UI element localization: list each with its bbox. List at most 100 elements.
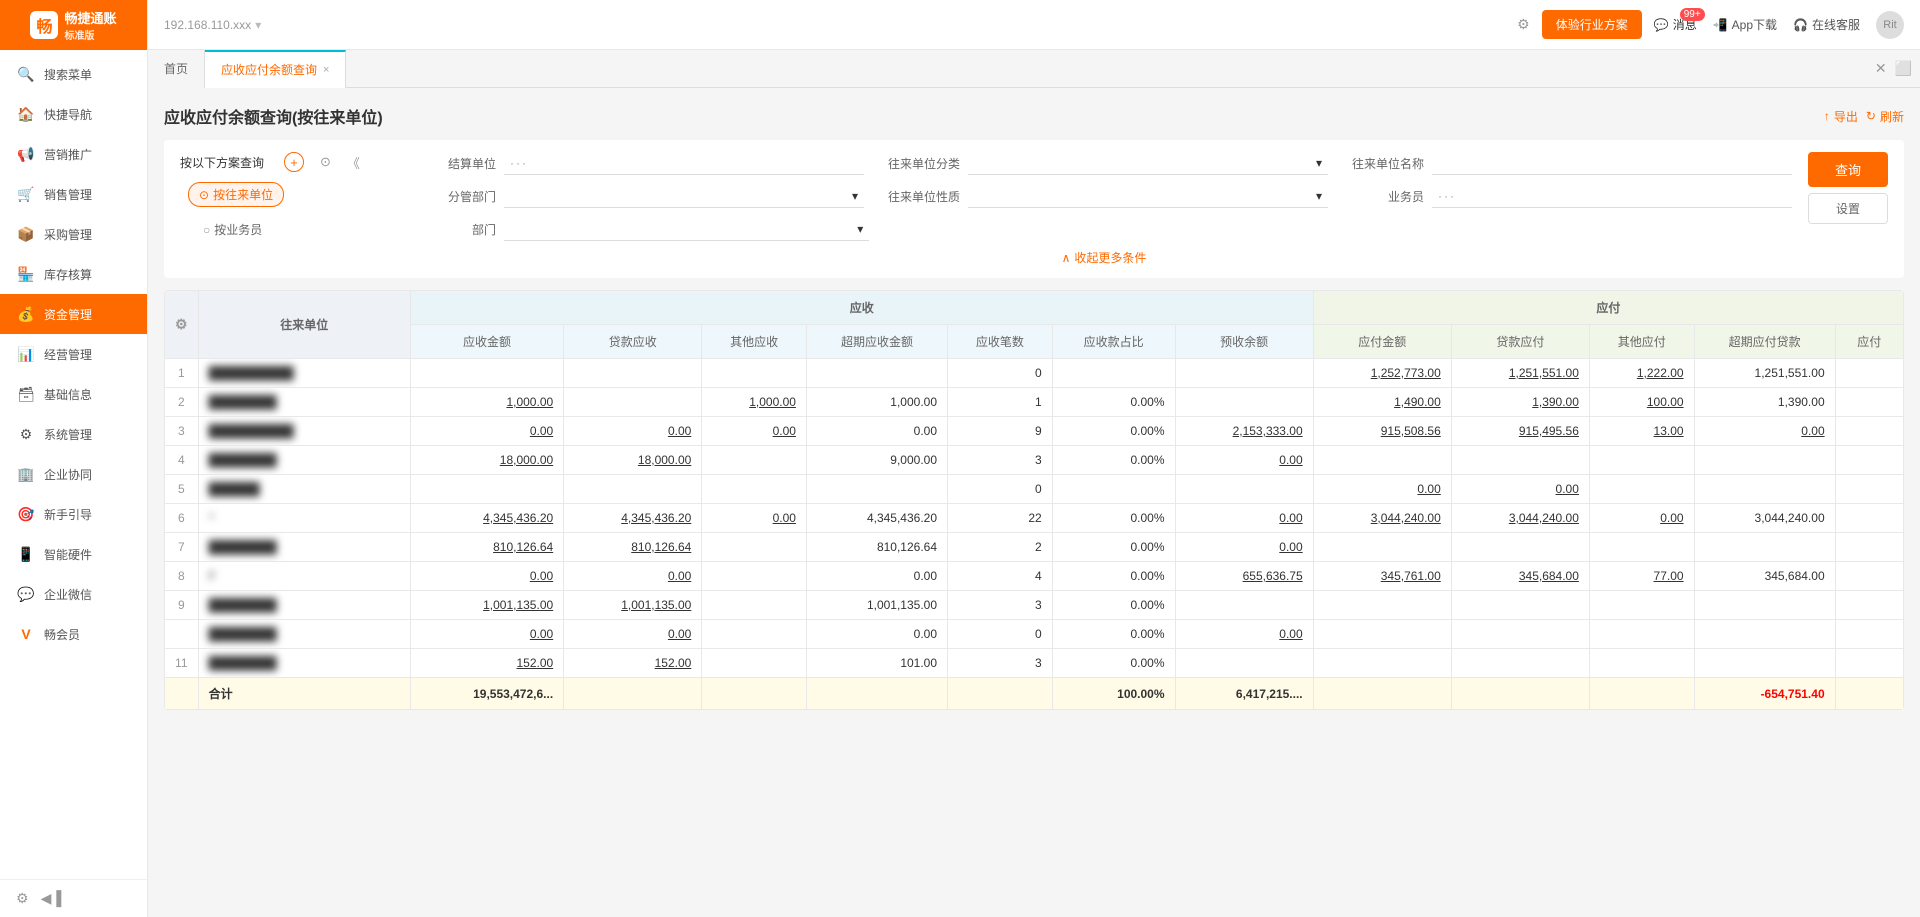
sidebar-bottom: ⚙ ◀▐ — [0, 879, 147, 917]
ar-other[interactable]: 0.00 — [702, 417, 807, 446]
sidebar-item-finance[interactable]: 💰 资金管理 — [0, 294, 147, 334]
sidebar-item-purchase[interactable]: 📦 采购管理 — [0, 214, 147, 254]
ar-amount[interactable]: 18,000.00 — [410, 446, 563, 475]
ap-other[interactable]: 100.00 — [1589, 388, 1694, 417]
sidebar-item-quicknav[interactable]: 🏠 快捷导航 — [0, 94, 147, 134]
ar-count: 3 — [948, 649, 1053, 678]
ar-amount[interactable]: 152.00 — [410, 649, 563, 678]
settings-button[interactable]: 设置 — [1808, 193, 1888, 224]
tab-ar-query[interactable]: 应收应付余额查询 × — [205, 50, 346, 88]
sidebar-item-search[interactable]: 🔍 搜索菜单 — [0, 54, 147, 94]
ap-loan — [1451, 591, 1589, 620]
ar-loan[interactable]: 18,000.00 — [564, 446, 702, 475]
export-button[interactable]: ↑ 导出 — [1824, 108, 1858, 125]
ar-loan[interactable]: 0.00 — [564, 562, 702, 591]
ap-amount[interactable]: 0.00 — [1313, 475, 1451, 504]
sidebar-item-guide[interactable]: 🎯 新手引导 — [0, 494, 147, 534]
ar-loan[interactable]: 0.00 — [564, 620, 702, 649]
ar-loan[interactable]: 4,345,436.20 — [564, 504, 702, 533]
maximize-icon[interactable]: ⬜ — [1895, 60, 1912, 77]
sidebar-item-sales[interactable]: 🛒 销售管理 — [0, 174, 147, 214]
sidebar-item-corp[interactable]: 🏢 企业协同 — [0, 454, 147, 494]
ap-amount[interactable]: 1,490.00 — [1313, 388, 1451, 417]
ar-advance[interactable]: 0.00 — [1175, 620, 1313, 649]
sidebar-item-inventory[interactable]: 🏪 库存核算 — [0, 254, 147, 294]
partner-nature-select[interactable]: ▾ — [968, 185, 1328, 208]
ar-amount[interactable]: 0.00 — [410, 620, 563, 649]
ap-amount[interactable]: 345,761.00 — [1313, 562, 1451, 591]
ap-amount[interactable]: 915,508.56 — [1313, 417, 1451, 446]
query-button[interactable]: 查询 — [1808, 152, 1888, 187]
ar-overdue: 9,000.00 — [806, 446, 947, 475]
ar-advance[interactable]: 0.00 — [1175, 533, 1313, 562]
ap-loan[interactable]: 3,044,240.00 — [1451, 504, 1589, 533]
purchase-icon: 📦 — [16, 224, 36, 244]
ar-amount[interactable]: 0.00 — [410, 562, 563, 591]
dept-in-charge-select[interactable]: ▾ — [504, 185, 864, 208]
ap-loan[interactable]: 345,684.00 — [1451, 562, 1589, 591]
close-window-icon[interactable]: ✕ — [1875, 60, 1887, 77]
tab-close-icon[interactable]: × — [323, 64, 329, 76]
sidebar-item-system[interactable]: ⚙ 系统管理 — [0, 414, 147, 454]
group-by-partner-label: 按往来单位 — [213, 186, 273, 203]
ar-amount[interactable]: 4,345,436.20 — [410, 504, 563, 533]
ar-advance[interactable]: 0.00 — [1175, 504, 1313, 533]
add-scheme-button[interactable]: + — [284, 152, 304, 172]
ar-advance[interactable]: 0.00 — [1175, 446, 1313, 475]
ap-overdue-loan[interactable]: 0.00 — [1694, 417, 1835, 446]
scheme-settings-icon[interactable]: ⊙ — [320, 154, 331, 170]
settings-icon[interactable]: ⚙ — [16, 890, 29, 907]
group-by-salesperson-option[interactable]: ○ 按业务员 — [192, 217, 400, 242]
col-settings[interactable]: ⚙ — [165, 291, 199, 359]
user-avatar[interactable]: Rit — [1876, 11, 1904, 39]
partner-category-select[interactable]: ▾ — [968, 152, 1328, 175]
collapse-icon[interactable]: ◀▐ — [41, 890, 62, 907]
partner-name-input[interactable] — [1432, 152, 1792, 175]
sidebar-item-basic[interactable]: 🗃 基础信息 — [0, 374, 147, 414]
scheme-collapse-icon[interactable]: 《 — [347, 153, 360, 172]
sidebar-item-marketing[interactable]: 📢 营销推广 — [0, 134, 147, 174]
sidebar-item-member[interactable]: V 畅会员 — [0, 614, 147, 654]
breadcrumb: 192.168.110.xxx ▾ — [164, 18, 1505, 32]
ar-loan[interactable]: 1,001,135.00 — [564, 591, 702, 620]
ap-loan[interactable]: 915,495.56 — [1451, 417, 1589, 446]
settlement-unit-select[interactable]: ··· — [504, 152, 864, 175]
group-by-partner-option[interactable]: ⊙ 按往来单位 — [188, 182, 284, 207]
table-row: 2 ████████ 1,000.00 1,000.00 1,000.00 1 … — [165, 388, 1904, 417]
ar-amount[interactable]: 0.00 — [410, 417, 563, 446]
refresh-button[interactable]: ↻ 刷新 — [1866, 108, 1904, 125]
salesperson-select[interactable]: ··· — [1432, 185, 1792, 208]
ap-loan[interactable]: 1,390.00 — [1451, 388, 1589, 417]
gear-icon[interactable]: ⚙ — [1517, 16, 1530, 33]
sidebar-item-operations[interactable]: 📊 经营管理 — [0, 334, 147, 374]
ar-amount[interactable]: 1,000.00 — [410, 388, 563, 417]
ar-amount[interactable]: 1,001,135.00 — [410, 591, 563, 620]
department-select[interactable]: ▾ — [504, 218, 869, 241]
online-service-button[interactable]: 🎧 在线客服 — [1793, 16, 1860, 33]
ar-advance[interactable]: 655,636.75 — [1175, 562, 1313, 591]
sidebar-item-wechat[interactable]: 💬 企业微信 — [0, 574, 147, 614]
ar-advance[interactable]: 2,153,333.00 — [1175, 417, 1313, 446]
message-button[interactable]: 💬 消息 99+ — [1654, 16, 1697, 33]
ap-overdue-loan — [1694, 620, 1835, 649]
ap-amount[interactable]: 3,044,240.00 — [1313, 504, 1451, 533]
ar-other[interactable]: 0.00 — [702, 504, 807, 533]
ap-other[interactable]: 13.00 — [1589, 417, 1694, 446]
ap-other[interactable]: 77.00 — [1589, 562, 1694, 591]
ar-loan[interactable]: 0.00 — [564, 417, 702, 446]
ar-amount[interactable]: 810,126.64 — [410, 533, 563, 562]
promo-button[interactable]: 体验行业方案 — [1542, 10, 1642, 39]
tab-home[interactable]: 首页 — [148, 50, 205, 88]
collapse-button[interactable]: ∧ 收起更多条件 — [416, 249, 1792, 266]
ap-loan[interactable]: 0.00 — [1451, 475, 1589, 504]
ap-loan[interactable]: 1,251,551.00 — [1451, 359, 1589, 388]
table-setting-icon[interactable]: ⚙ — [175, 316, 188, 332]
ap-other[interactable]: 1,222.00 — [1589, 359, 1694, 388]
app-download-button[interactable]: 📲 App下载 — [1713, 16, 1777, 33]
ar-other[interactable]: 1,000.00 — [702, 388, 807, 417]
ar-loan[interactable]: 152.00 — [564, 649, 702, 678]
ap-amount[interactable]: 1,252,773.00 — [1313, 359, 1451, 388]
sidebar-item-hardware[interactable]: 📱 智能硬件 — [0, 534, 147, 574]
ar-loan[interactable]: 810,126.64 — [564, 533, 702, 562]
ap-other[interactable]: 0.00 — [1589, 504, 1694, 533]
